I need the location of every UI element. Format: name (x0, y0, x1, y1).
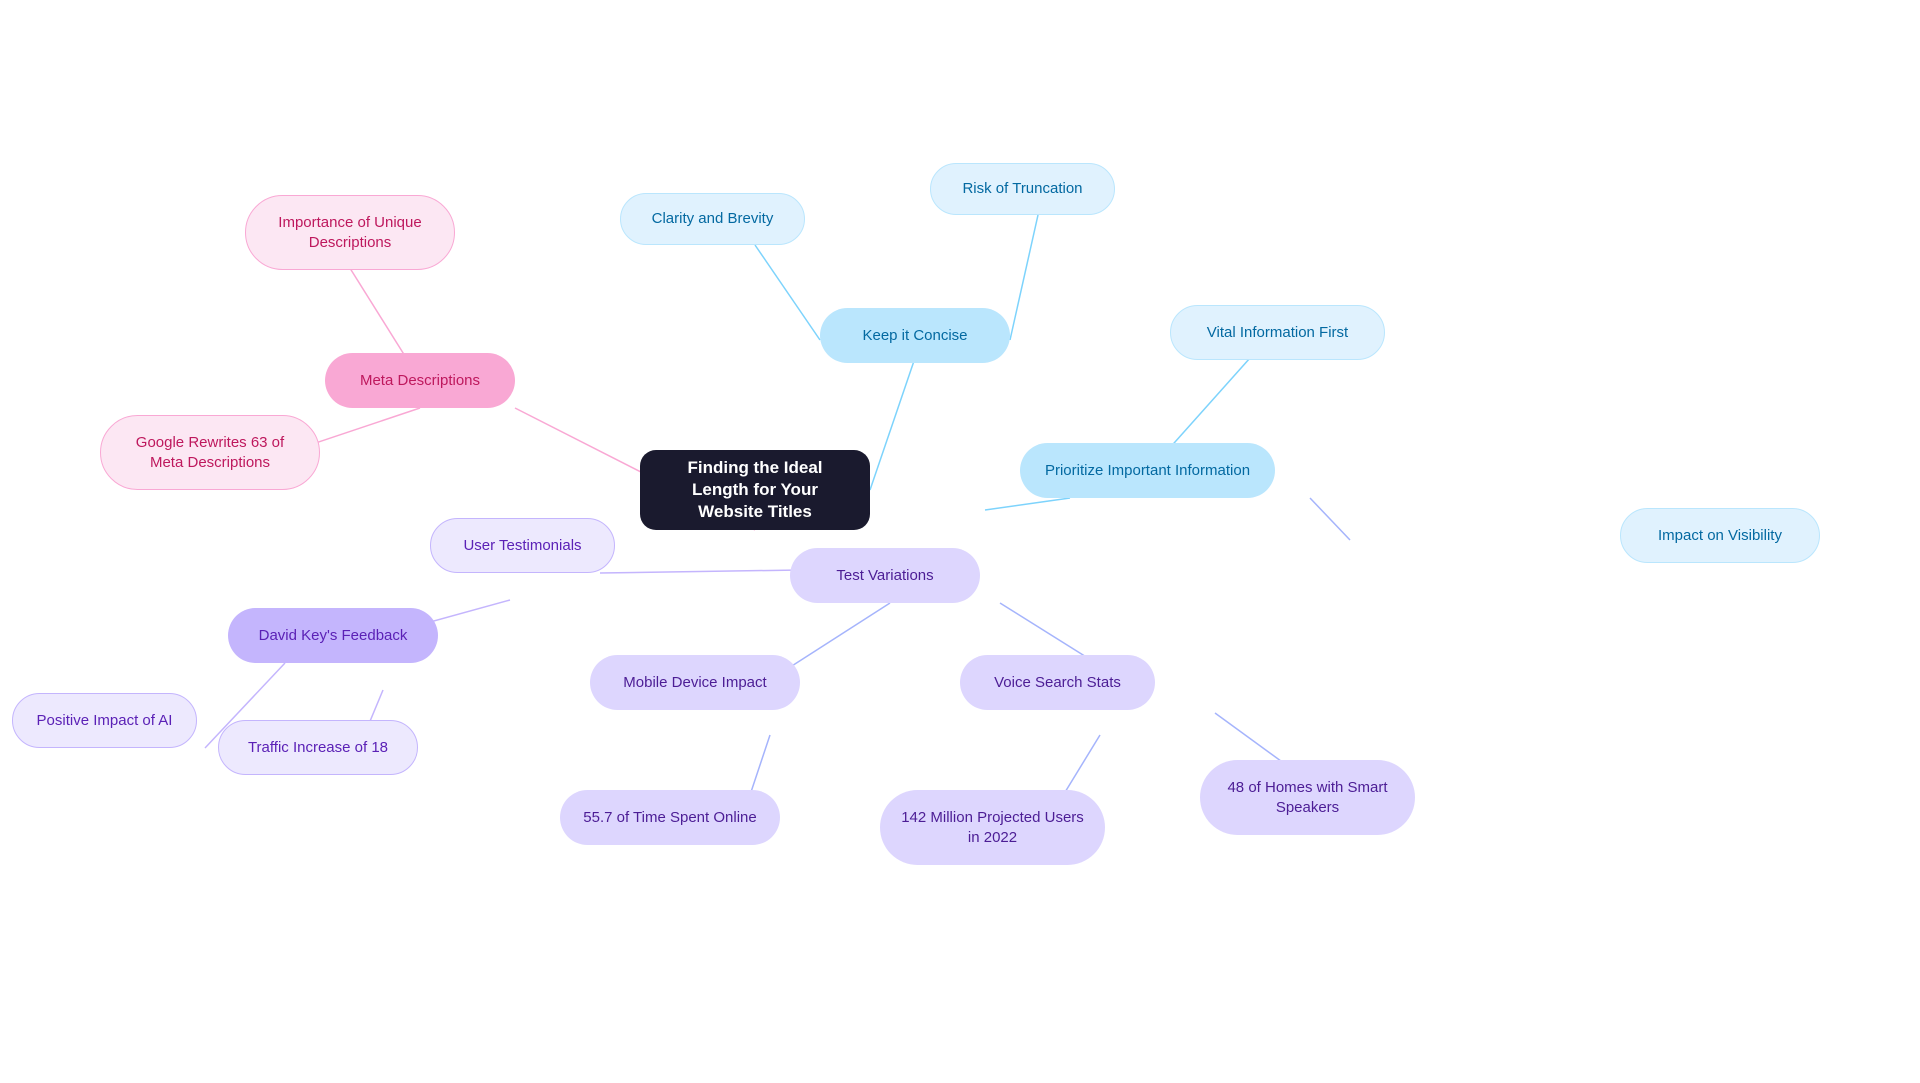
keep-concise-node[interactable]: Keep it Concise (820, 308, 1010, 363)
google-rewrites-node[interactable]: Google Rewrites 63 of Meta Descriptions (100, 415, 320, 490)
time-spent-node[interactable]: 55.7 of Time Spent Online (560, 790, 780, 845)
positive-impact-node[interactable]: Positive Impact of AI (12, 693, 197, 748)
prioritize-info-node[interactable]: Prioritize Important Information (1020, 443, 1275, 498)
mobile-impact-node[interactable]: Mobile Device Impact (590, 655, 800, 710)
impact-visibility-node[interactable]: Impact on Visibility (1620, 508, 1820, 563)
vital-info-node[interactable]: Vital Information First (1170, 305, 1385, 360)
traffic-increase-node[interactable]: Traffic Increase of 18 (218, 720, 418, 775)
clarity-brevity-node[interactable]: Clarity and Brevity (620, 193, 805, 245)
test-variations-node[interactable]: Test Variations (790, 548, 980, 603)
projected-users-node[interactable]: 142 Million Projected Users in 2022 (880, 790, 1105, 865)
voice-search-node[interactable]: Voice Search Stats (960, 655, 1155, 710)
risk-truncation-node[interactable]: Risk of Truncation (930, 163, 1115, 215)
david-keys-node[interactable]: David Key's Feedback (228, 608, 438, 663)
user-testimonials-node[interactable]: User Testimonials (430, 518, 615, 573)
meta-descriptions-node[interactable]: Meta Descriptions (325, 353, 515, 408)
smart-speakers-node[interactable]: 48 of Homes with Smart Speakers (1200, 760, 1415, 835)
center-node[interactable]: Finding the Ideal Length for Your Websit… (640, 450, 870, 530)
importance-unique-node[interactable]: Importance of Unique Descriptions (245, 195, 455, 270)
mind-map: Finding the Ideal Length for Your Websit… (0, 0, 1920, 1083)
